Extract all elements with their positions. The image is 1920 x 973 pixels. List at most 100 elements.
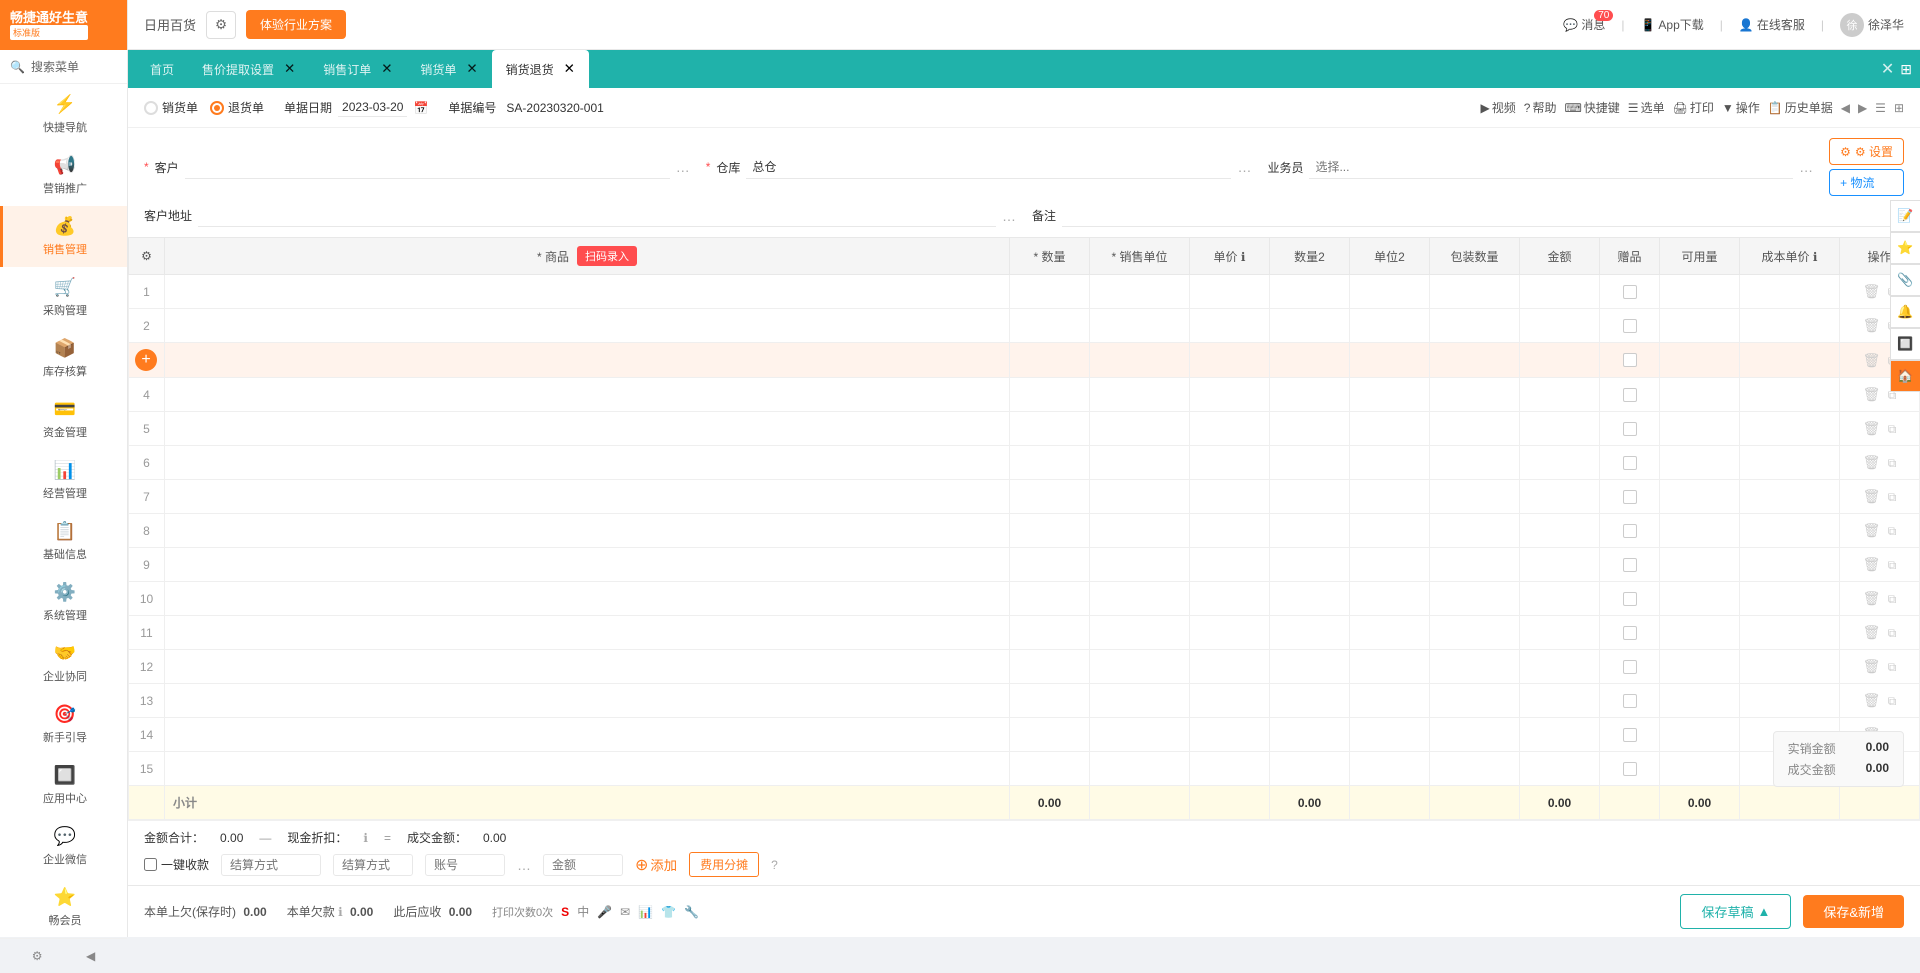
online-service[interactable]: 👤 在线客服 [1739, 16, 1805, 33]
unit2-cell-10[interactable] [1350, 582, 1430, 616]
available-cell-14[interactable] [1660, 718, 1740, 752]
product-cell-2[interactable] [165, 309, 1010, 343]
sidebar-item-member[interactable]: ⭐ 畅会员 [0, 877, 127, 938]
cost-price-cell-2[interactable] [1740, 309, 1840, 343]
gift-cell-1[interactable] [1600, 275, 1660, 309]
available-cell-7[interactable] [1660, 480, 1740, 514]
qty2-cell-2[interactable] [1270, 309, 1350, 343]
qty2-cell-15[interactable] [1270, 752, 1350, 786]
delete-btn-2[interactable]: 🗑 [1863, 317, 1881, 333]
gift-checkbox-12[interactable] [1623, 660, 1637, 674]
sidebar-item-wechat[interactable]: 💬 企业微信 [0, 816, 127, 877]
gift-checkbox-10[interactable] [1623, 592, 1637, 606]
app-download[interactable]: 📱 App下载 [1640, 16, 1703, 33]
price-cell-11[interactable] [1190, 616, 1270, 650]
qty2-cell-6[interactable] [1270, 446, 1350, 480]
price-cell-14[interactable] [1190, 718, 1270, 752]
amount-cell-5[interactable] [1520, 412, 1600, 446]
pkg-qty-cell-3[interactable] [1430, 343, 1520, 378]
product-cell-1[interactable] [165, 275, 1010, 309]
unit-cell-5[interactable] [1090, 412, 1190, 446]
sidebar-item-basic[interactable]: 📋 基础信息 [0, 511, 127, 572]
price-cell-2[interactable] [1190, 309, 1270, 343]
product-cell-3[interactable] [165, 343, 1010, 378]
price-cell-6[interactable] [1190, 446, 1270, 480]
rsp-btn-4[interactable]: 🔔 [1890, 296, 1920, 328]
gift-checkbox-6[interactable] [1623, 456, 1637, 470]
tabbar-fullscreen[interactable]: ⊞ [1900, 61, 1912, 78]
pkg-qty-cell-1[interactable] [1430, 275, 1520, 309]
debit-info-icon[interactable]: ℹ [338, 905, 343, 919]
tab-sales-order-close[interactable]: ✕ [381, 61, 392, 77]
rsp-btn-2[interactable]: ⭐ [1890, 232, 1920, 264]
product-cell-4[interactable] [165, 378, 1010, 412]
account-input[interactable] [425, 854, 505, 876]
price-cell-7[interactable] [1190, 480, 1270, 514]
price-cell-8[interactable] [1190, 514, 1270, 548]
amount-cell-10[interactable] [1520, 582, 1600, 616]
rsp-btn-5[interactable]: 🔲 [1890, 328, 1920, 360]
amount-cell-4[interactable] [1520, 378, 1600, 412]
add-button[interactable]: ⊕ 添加 [635, 855, 677, 875]
tab-sales-order[interactable]: 销售订单 ✕ [309, 50, 406, 88]
delete-btn-4[interactable]: 🗑 [1863, 386, 1881, 402]
delete-btn-5[interactable]: 🗑 [1863, 420, 1881, 436]
delete-btn-7[interactable]: 🗑 [1863, 488, 1881, 504]
unit2-cell-11[interactable] [1350, 616, 1430, 650]
amount-input[interactable] [543, 854, 623, 876]
unit2-cell-1[interactable] [1350, 275, 1430, 309]
unit2-cell-13[interactable] [1350, 684, 1430, 718]
gift-cell-9[interactable] [1600, 548, 1660, 582]
qty-cell-14[interactable] [1010, 718, 1090, 752]
sidebar-item-purchase[interactable]: 🛒 采购管理 [0, 267, 127, 328]
copy-btn-7[interactable]: ⧉ [1888, 490, 1897, 504]
delete-btn-12[interactable]: 🗑 [1863, 658, 1881, 674]
th-setting[interactable]: ⚙ [129, 238, 165, 275]
nav-prev[interactable]: ◀ [1841, 101, 1850, 115]
price-cell-5[interactable] [1190, 412, 1270, 446]
cost-price-cell-6[interactable] [1740, 446, 1840, 480]
gift-checkbox-14[interactable] [1623, 728, 1637, 742]
date-value[interactable]: 2023-03-20 [338, 98, 407, 117]
unit2-cell-5[interactable] [1350, 412, 1430, 446]
remark-input[interactable] [1062, 204, 1904, 227]
pkg-qty-cell-5[interactable] [1430, 412, 1520, 446]
qty-cell-7[interactable] [1010, 480, 1090, 514]
warehouse-select-btn[interactable]: … [1237, 159, 1251, 175]
amount-cell-3[interactable] [1520, 343, 1600, 378]
tab-sales-delivery[interactable]: 销货单 ✕ [406, 50, 491, 88]
product-cell-5[interactable] [165, 412, 1010, 446]
sidebar-item-shortcut[interactable]: ⚡ 快捷导航 [0, 84, 127, 145]
sidebar-item-enterprise[interactable]: 🤝 企业协同 [0, 633, 127, 694]
pkg-qty-cell-10[interactable] [1430, 582, 1520, 616]
product-cell-9[interactable] [165, 548, 1010, 582]
qty-cell-9[interactable] [1010, 548, 1090, 582]
unit-cell-6[interactable] [1090, 446, 1190, 480]
product-cell-6[interactable] [165, 446, 1010, 480]
fee-split-button[interactable]: 费用分摊 [689, 852, 759, 877]
cost-price-cell-11[interactable] [1740, 616, 1840, 650]
gift-checkbox-3[interactable] [1623, 353, 1637, 367]
unit-cell-7[interactable] [1090, 480, 1190, 514]
available-cell-9[interactable] [1660, 548, 1740, 582]
price-cell-12[interactable] [1190, 650, 1270, 684]
pkg-qty-cell-12[interactable] [1430, 650, 1520, 684]
sidebar-item-finance[interactable]: 💳 资金管理 [0, 389, 127, 450]
qty-cell-2[interactable] [1010, 309, 1090, 343]
pkg-qty-cell-8[interactable] [1430, 514, 1520, 548]
cost-price-cell-4[interactable] [1740, 378, 1840, 412]
qty-cell-5[interactable] [1010, 412, 1090, 446]
available-cell-1[interactable] [1660, 275, 1740, 309]
price-cell-15[interactable] [1190, 752, 1270, 786]
unit-cell-8[interactable] [1090, 514, 1190, 548]
qty-cell-13[interactable] [1010, 684, 1090, 718]
qty-cell-4[interactable] [1010, 378, 1090, 412]
unit-cell-11[interactable] [1090, 616, 1190, 650]
amount-cell-12[interactable] [1520, 650, 1600, 684]
cost-price-cell-9[interactable] [1740, 548, 1840, 582]
help-btn[interactable]: ? 帮助 [1524, 99, 1557, 116]
qty-cell-1[interactable] [1010, 275, 1090, 309]
gift-cell-10[interactable] [1600, 582, 1660, 616]
unit2-cell-3[interactable] [1350, 343, 1430, 378]
unit-cell-15[interactable] [1090, 752, 1190, 786]
